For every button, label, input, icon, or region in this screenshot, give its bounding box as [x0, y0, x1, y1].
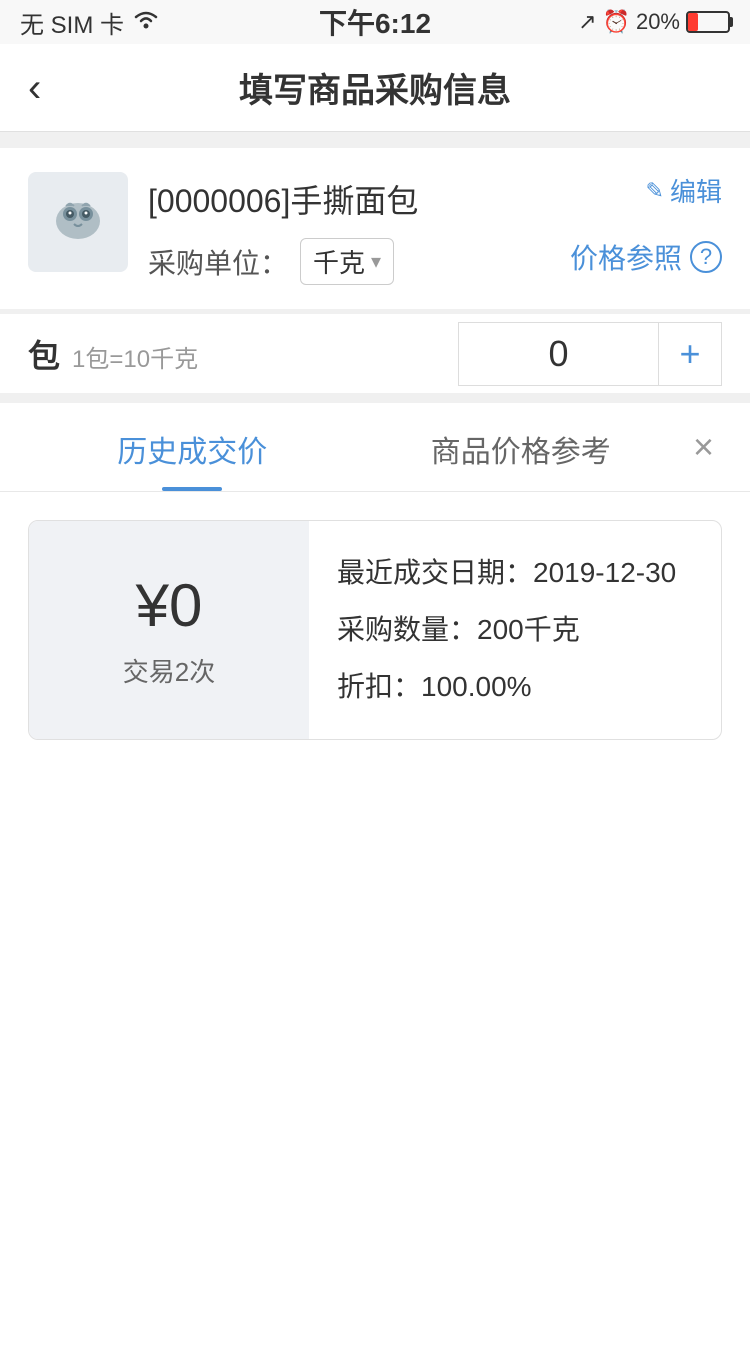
wifi-icon — [132, 8, 160, 37]
price-value: 0 — [169, 572, 202, 639]
qty-unit-conversion: 1包=10千克 — [72, 339, 198, 374]
qty-input-group: + — [458, 322, 722, 386]
quantity-section: 包 1包=10千克 + — [0, 313, 750, 393]
section-separator — [0, 393, 750, 403]
discount-value: 100.00% — [421, 671, 532, 702]
unit-select-dropdown[interactable]: 千克 ▾ — [300, 238, 394, 285]
price-ref-label: 价格参照 — [570, 237, 682, 277]
currency-symbol: ¥ — [136, 572, 169, 639]
help-icon: ? — [690, 241, 722, 273]
status-right: ↗ ⏰ 20% — [578, 9, 730, 35]
trade-count: 交易2次 — [123, 652, 215, 689]
product-header: [0000006]手撕面包 采购单位： 千克 ▾ ✎ 编辑 价格参照 ? — [28, 172, 722, 285]
back-button[interactable]: ‹ — [28, 68, 41, 108]
qty-plus-button[interactable]: + — [658, 322, 722, 386]
price-card-left: ¥0 交易2次 — [29, 521, 309, 739]
tab-history-price[interactable]: 历史成交价 — [28, 403, 356, 491]
bottom-area — [0, 768, 750, 1368]
purchase-qty-label: 采购数量： — [337, 614, 477, 645]
nav-bar: ‹ 填写商品采购信息 — [0, 44, 750, 132]
product-logo-icon — [48, 186, 108, 258]
alarm-icon: ⏰ — [603, 9, 630, 35]
discount-row: 折扣：100.00% — [337, 667, 693, 706]
recent-date-row: 最近成交日期：2019-12-30 — [337, 553, 693, 592]
recent-date-value: 2019-12-30 — [533, 557, 676, 588]
tab2-label: 商品价格参考 — [431, 436, 611, 469]
status-left: 无 SIM 卡 — [20, 5, 160, 40]
tab-product-price-ref[interactable]: 商品价格参考 — [356, 403, 684, 491]
quantity-input[interactable] — [458, 322, 658, 386]
price-card: ¥0 交易2次 最近成交日期：2019-12-30 采购数量：200千克 折扣：… — [28, 520, 722, 740]
price-reference-button[interactable]: 价格参照 ? — [570, 237, 722, 277]
tab-bar: 历史成交价 商品价格参考 × — [0, 403, 750, 492]
edit-label: 编辑 — [670, 172, 722, 209]
unit-value: 千克 — [313, 243, 365, 280]
status-time: 下午6:12 — [319, 2, 431, 42]
product-unit-row: 采购单位： 千克 ▾ — [148, 238, 418, 285]
recent-date-label: 最近成交日期： — [337, 557, 533, 588]
location-icon: ↗ — [578, 9, 596, 35]
dropdown-arrow-icon: ▾ — [371, 249, 381, 274]
purchase-qty-value: 200千克 — [477, 614, 580, 645]
product-left: [0000006]手撕面包 采购单位： 千克 ▾ — [28, 172, 418, 285]
battery-icon — [686, 11, 730, 33]
unit-label: 采购单位： — [148, 242, 288, 282]
discount-label: 折扣： — [337, 671, 421, 702]
price-ref-panel: 历史成交价 商品价格参考 × ¥0 交易2次 最近成交日期：2019-12-30… — [0, 403, 750, 768]
close-panel-button[interactable]: × — [685, 429, 722, 465]
product-thumbnail — [28, 172, 128, 272]
battery-pct: 20% — [636, 9, 680, 35]
product-info: [0000006]手撕面包 采购单位： 千克 ▾ — [148, 172, 418, 285]
status-bar: 无 SIM 卡 下午6:12 ↗ ⏰ 20% — [0, 0, 750, 44]
carrier-text: 无 SIM 卡 — [20, 5, 124, 40]
tab1-label: 历史成交价 — [117, 436, 267, 469]
price-display: ¥0 — [136, 571, 203, 640]
product-name: [0000006]手撕面包 — [148, 176, 418, 222]
purchase-qty-row: 采购数量：200千克 — [337, 610, 693, 649]
product-section: [0000006]手撕面包 采购单位： 千克 ▾ ✎ 编辑 价格参照 ? — [0, 148, 750, 309]
page-title: 填写商品采购信息 — [239, 63, 511, 112]
qty-unit-big: 包 — [28, 331, 60, 377]
price-card-container: ¥0 交易2次 最近成交日期：2019-12-30 采购数量：200千克 折扣：… — [0, 492, 750, 768]
edit-button[interactable]: ✎ 编辑 — [646, 172, 722, 209]
edit-icon: ✎ — [646, 178, 664, 204]
qty-label-group: 包 1包=10千克 — [28, 331, 198, 377]
price-card-right: 最近成交日期：2019-12-30 采购数量：200千克 折扣：100.00% — [309, 521, 721, 739]
